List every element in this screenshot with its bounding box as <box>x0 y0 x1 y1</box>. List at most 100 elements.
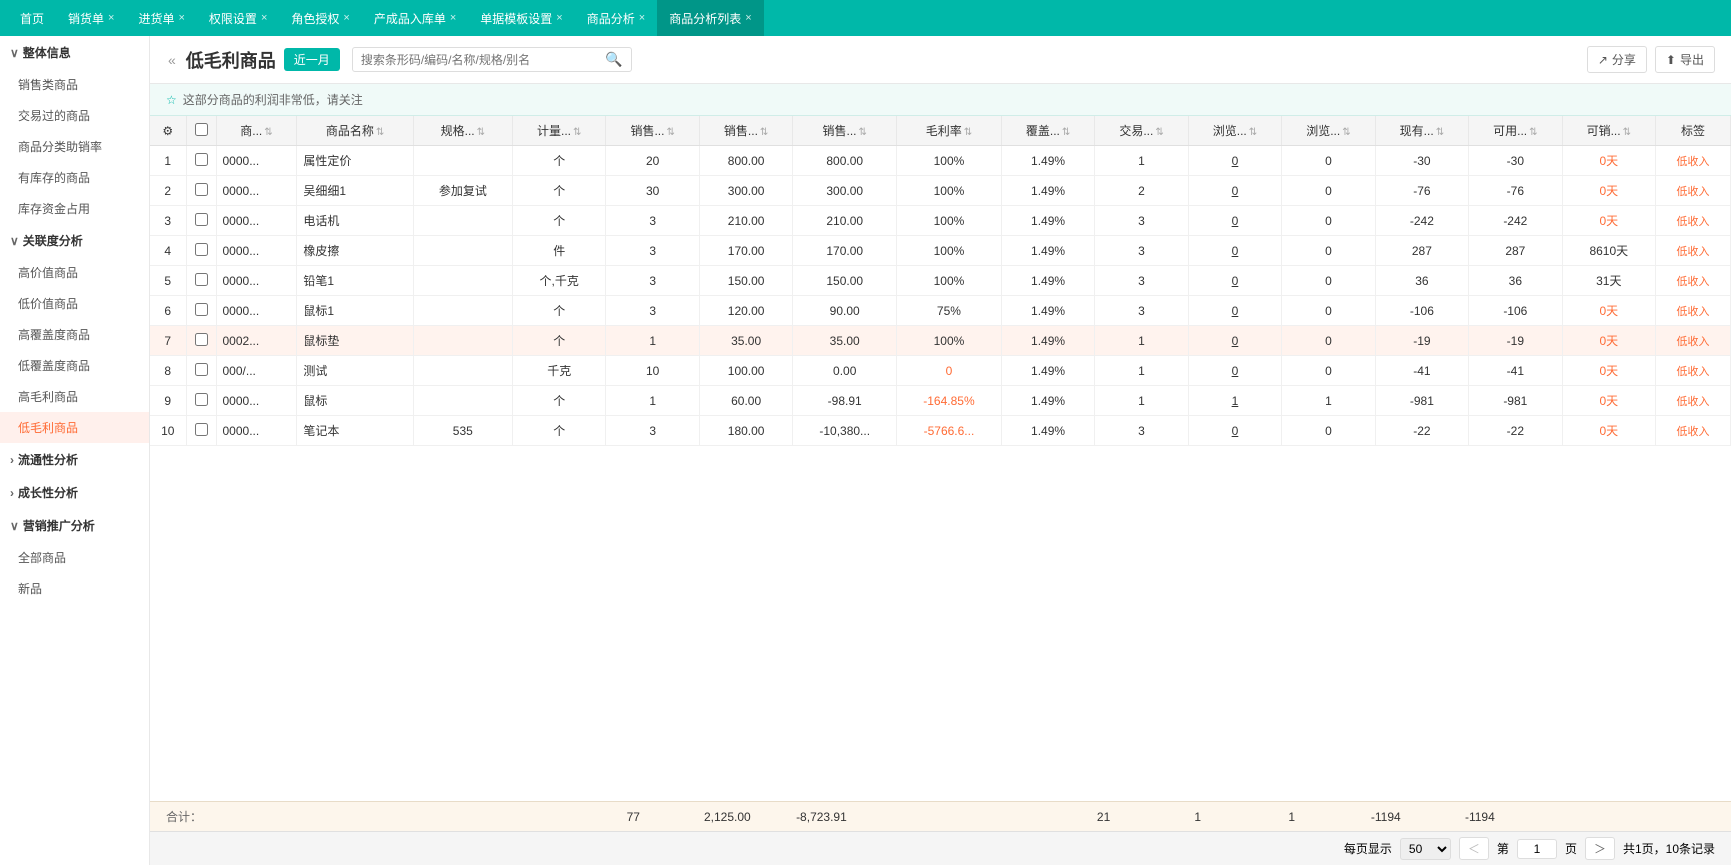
row-view1[interactable]: 0 <box>1188 356 1281 386</box>
row-checkbox[interactable] <box>186 356 216 386</box>
sidebar-group-marketing[interactable]: ∨ 营销推广分析 <box>0 509 149 542</box>
col-stock[interactable]: 现有...⇅ <box>1375 116 1468 146</box>
col-spec[interactable]: 规格...⇅ <box>413 116 512 146</box>
row-sale2: 100.00 <box>699 356 792 386</box>
sidebar-group-overall[interactable]: ∨ 整体信息 <box>0 36 149 69</box>
row-select-checkbox[interactable] <box>195 423 208 436</box>
col-view2[interactable]: 浏览...⇅ <box>1282 116 1375 146</box>
sidebar-item-high-coverage[interactable]: 高覆盖度商品 <box>0 319 149 350</box>
nav-templates-close[interactable]: × <box>556 12 562 24</box>
col-coverage[interactable]: 覆盖...⇅ <box>1001 116 1094 146</box>
col-margin[interactable]: 毛利率⇅ <box>897 116 1002 146</box>
col-name[interactable]: 商品名称⇅ <box>297 116 413 146</box>
row-tag: 低收入 <box>1656 266 1731 296</box>
row-select-checkbox[interactable] <box>195 183 208 196</box>
col-code[interactable]: 商...⇅ <box>216 116 297 146</box>
col-view1[interactable]: 浏览...⇅ <box>1188 116 1281 146</box>
nav-home[interactable]: 首页 <box>8 0 56 36</box>
sidebar-item-low-value[interactable]: 低价值商品 <box>0 288 149 319</box>
col-settings[interactable]: ⚙ <box>150 116 186 146</box>
sidebar-item-low-coverage[interactable]: 低覆盖度商品 <box>0 350 149 381</box>
nav-permissions[interactable]: 权限设置 × <box>197 0 279 36</box>
row-checkbox[interactable] <box>186 326 216 356</box>
col-tag[interactable]: 标签 <box>1656 116 1731 146</box>
row-checkbox[interactable] <box>186 146 216 176</box>
row-view1[interactable]: 0 <box>1188 236 1281 266</box>
row-margin: 100% <box>897 326 1002 356</box>
row-checkbox[interactable] <box>186 296 216 326</box>
select-all-checkbox[interactable] <box>195 123 208 136</box>
search-input[interactable] <box>361 53 606 67</box>
sidebar-item-category-rate[interactable]: 商品分类助销率 <box>0 131 149 162</box>
filter-recent-btn[interactable]: 近一月 <box>284 48 340 71</box>
sidebar-item-all-products[interactable]: 全部商品 <box>0 542 149 573</box>
nav-analysis-list-close[interactable]: × <box>745 12 751 24</box>
col-saleable[interactable]: 可销...⇅ <box>1562 116 1655 146</box>
export-btn[interactable]: ⬆ 导出 <box>1655 46 1715 73</box>
row-tag: 低收入 <box>1656 236 1731 266</box>
nav-roles-close[interactable]: × <box>343 12 349 24</box>
col-avail[interactable]: 可用...⇅ <box>1469 116 1562 146</box>
row-select-checkbox[interactable] <box>195 243 208 256</box>
sidebar-group-correlation[interactable]: ∨ 关联度分析 <box>0 224 149 257</box>
row-checkbox[interactable] <box>186 176 216 206</box>
sidebar-item-capital[interactable]: 库存资金占用 <box>0 193 149 224</box>
row-select-checkbox[interactable] <box>195 273 208 286</box>
sidebar-item-high-value[interactable]: 高价值商品 <box>0 257 149 288</box>
nav-products-close[interactable]: × <box>450 12 456 24</box>
share-btn[interactable]: ↗ 分享 <box>1587 46 1647 73</box>
row-view1[interactable]: 0 <box>1188 326 1281 356</box>
sidebar-item-high-margin[interactable]: 高毛利商品 <box>0 381 149 412</box>
row-checkbox[interactable] <box>186 236 216 266</box>
row-select-checkbox[interactable] <box>195 363 208 376</box>
nav-permissions-close[interactable]: × <box>261 12 267 24</box>
nav-analysis[interactable]: 商品分析 × <box>575 0 657 36</box>
nav-roles[interactable]: 角色授权 × <box>279 0 361 36</box>
nav-sales[interactable]: 销货单 × <box>56 0 126 36</box>
row-select-checkbox[interactable] <box>195 303 208 316</box>
nav-products[interactable]: 产成品入库单 × <box>362 0 468 36</box>
sidebar-group-liquidity[interactable]: › 流通性分析 <box>0 443 149 476</box>
row-checkbox[interactable] <box>186 386 216 416</box>
row-view1[interactable]: 0 <box>1188 206 1281 236</box>
nav-purchase[interactable]: 进货单 × <box>126 0 196 36</box>
row-view1[interactable]: 1 <box>1188 386 1281 416</box>
row-view1[interactable]: 0 <box>1188 146 1281 176</box>
row-select-checkbox[interactable] <box>195 333 208 346</box>
next-page-btn[interactable]: ＞ <box>1585 837 1615 860</box>
sidebar-group-growth[interactable]: › 成长性分析 <box>0 476 149 509</box>
nav-purchase-close[interactable]: × <box>178 12 184 24</box>
col-sale2[interactable]: 销售...⇅ <box>699 116 792 146</box>
row-checkbox[interactable] <box>186 206 216 236</box>
sidebar-item-traded[interactable]: 交易过的商品 <box>0 100 149 131</box>
row-view1[interactable]: 0 <box>1188 266 1281 296</box>
row-code: 0000... <box>216 236 297 266</box>
row-view1[interactable]: 0 <box>1188 296 1281 326</box>
row-select-checkbox[interactable] <box>195 393 208 406</box>
row-checkbox[interactable] <box>186 416 216 446</box>
sidebar-item-new-products[interactable]: 新品 <box>0 573 149 604</box>
row-view1[interactable]: 0 <box>1188 416 1281 446</box>
row-checkbox[interactable] <box>186 266 216 296</box>
prev-page-btn[interactable]: ＜ <box>1459 837 1489 860</box>
table-header-row: ⚙ 商...⇅ 商品名称⇅ 规格...⇅ 计量...⇅ 销售...⇅ 销售...… <box>150 116 1731 146</box>
sidebar-item-in-stock[interactable]: 有库存的商品 <box>0 162 149 193</box>
row-view1[interactable]: 0 <box>1188 176 1281 206</box>
collapse-sidebar-btn[interactable]: « <box>166 50 178 70</box>
sidebar-item-sales-products[interactable]: 销售类商品 <box>0 69 149 100</box>
col-unit[interactable]: 计量...⇅ <box>512 116 605 146</box>
nav-sales-close[interactable]: × <box>108 12 114 24</box>
col-sale3[interactable]: 销售...⇅ <box>793 116 897 146</box>
table-wrapper[interactable]: ⚙ 商...⇅ 商品名称⇅ 规格...⇅ 计量...⇅ 销售...⇅ 销售...… <box>150 116 1731 801</box>
col-checkbox[interactable] <box>186 116 216 146</box>
sidebar-item-low-margin[interactable]: 低毛利商品 <box>0 412 149 443</box>
per-page-select[interactable]: 50 100 200 <box>1400 838 1451 860</box>
nav-templates[interactable]: 单据模板设置 × <box>468 0 574 36</box>
nav-analysis-close[interactable]: × <box>639 12 645 24</box>
row-select-checkbox[interactable] <box>195 153 208 166</box>
row-select-checkbox[interactable] <box>195 213 208 226</box>
col-sale1[interactable]: 销售...⇅ <box>606 116 699 146</box>
col-trade[interactable]: 交易...⇅ <box>1095 116 1188 146</box>
nav-analysis-list[interactable]: 商品分析列表 × <box>657 0 763 36</box>
page-input[interactable] <box>1517 839 1557 859</box>
